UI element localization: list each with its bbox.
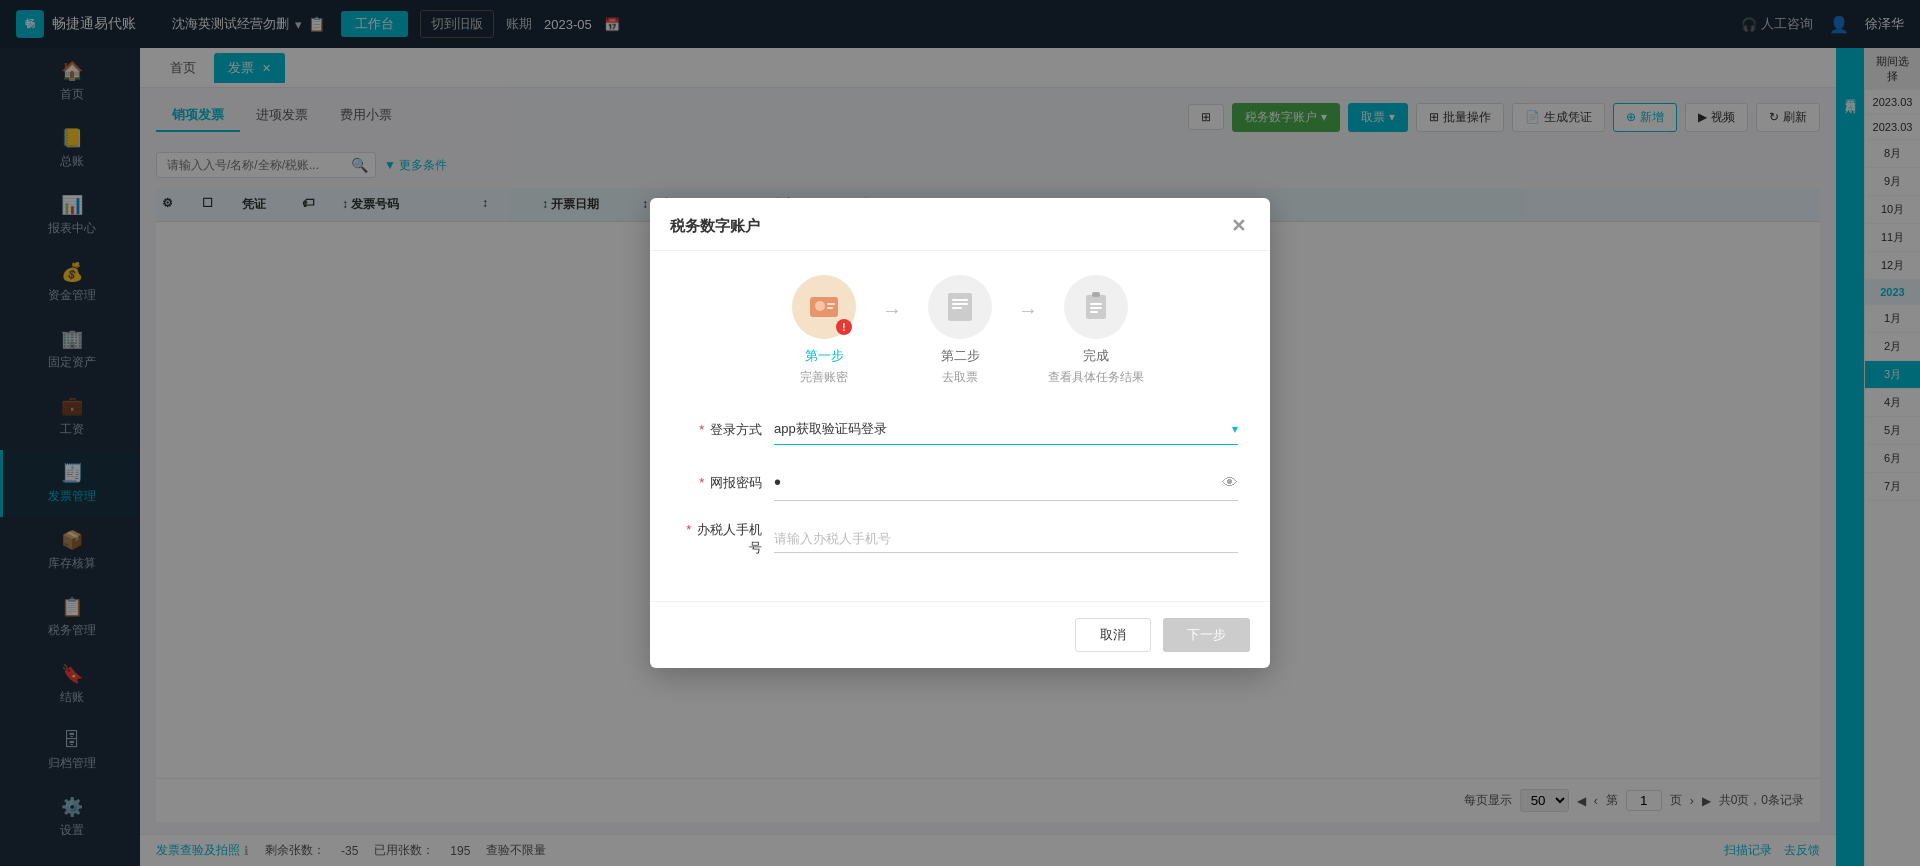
next-button[interactable]: 下一步	[1163, 618, 1250, 652]
svg-rect-11	[1090, 307, 1102, 309]
phone-required-mark: *	[686, 522, 691, 537]
step1-label: 第一步	[805, 347, 844, 365]
select-arrow-icon: ▾	[1232, 422, 1238, 436]
step-2: 第二步 去取票	[910, 275, 1010, 386]
person-card-icon	[806, 289, 842, 325]
step1-sublabel: 完善账密	[800, 369, 848, 386]
password-wrap: 👁	[774, 465, 1238, 501]
svg-rect-10	[1090, 303, 1102, 305]
step-1: ! 第一步 完善账密	[774, 275, 874, 386]
phone-row: * 办税人手机号	[682, 521, 1238, 557]
modal-overlay: 税务数字账户 ✕ !	[0, 0, 1920, 866]
modal-header: 税务数字账户 ✕	[650, 198, 1270, 251]
svg-point-1	[815, 301, 825, 311]
step2-label: 第二步	[941, 347, 980, 365]
eye-icon[interactable]: 👁	[1222, 474, 1238, 492]
step3-sublabel: 查看具体任务结果	[1048, 369, 1144, 386]
step1-icon-wrap: !	[792, 275, 856, 339]
modal-body: ! 第一步 完善账密 → 第	[650, 251, 1270, 601]
svg-rect-5	[952, 299, 968, 301]
step3-icon-wrap	[1064, 275, 1128, 339]
modal-tax-digital: 税务数字账户 ✕ !	[650, 198, 1270, 668]
modal-close-button[interactable]: ✕	[1226, 214, 1250, 238]
step3-label: 完成	[1083, 347, 1109, 365]
phone-label: * 办税人手机号	[682, 521, 762, 557]
step2-sublabel: 去取票	[942, 369, 978, 386]
step-arrow-2: →	[1010, 299, 1046, 322]
password-input[interactable]	[774, 465, 1222, 500]
step2-icon-wrap	[928, 275, 992, 339]
modal-title: 税务数字账户	[670, 217, 760, 236]
password-label: * 网报密码	[682, 474, 762, 492]
login-method-label: * 登录方式	[682, 421, 762, 439]
login-method-select[interactable]: app获取验证码登录 ▾	[774, 414, 1238, 445]
svg-rect-12	[1090, 311, 1098, 313]
modal-footer: 取消 下一步	[650, 601, 1270, 668]
svg-rect-7	[952, 307, 962, 309]
phone-input[interactable]	[774, 525, 1238, 553]
step-3: 完成 查看具体任务结果	[1046, 275, 1146, 386]
password-required-mark: *	[699, 475, 704, 490]
invoice-step-icon	[942, 289, 978, 325]
step-arrow-1: →	[874, 299, 910, 322]
login-method-value: app获取验证码登录	[774, 420, 887, 438]
svg-rect-3	[827, 307, 833, 309]
login-method-row: * 登录方式 app获取验证码登录 ▾	[682, 414, 1238, 445]
steps-area: ! 第一步 完善账密 → 第	[682, 275, 1238, 386]
clipboard-step-icon	[1078, 289, 1114, 325]
svg-rect-6	[952, 303, 968, 305]
svg-rect-2	[827, 303, 835, 305]
cancel-button[interactable]: 取消	[1075, 618, 1151, 652]
password-row: * 网报密码 👁	[682, 465, 1238, 501]
step1-error-badge: !	[836, 319, 852, 335]
svg-rect-9	[1092, 292, 1100, 297]
login-required-mark: *	[699, 422, 704, 437]
